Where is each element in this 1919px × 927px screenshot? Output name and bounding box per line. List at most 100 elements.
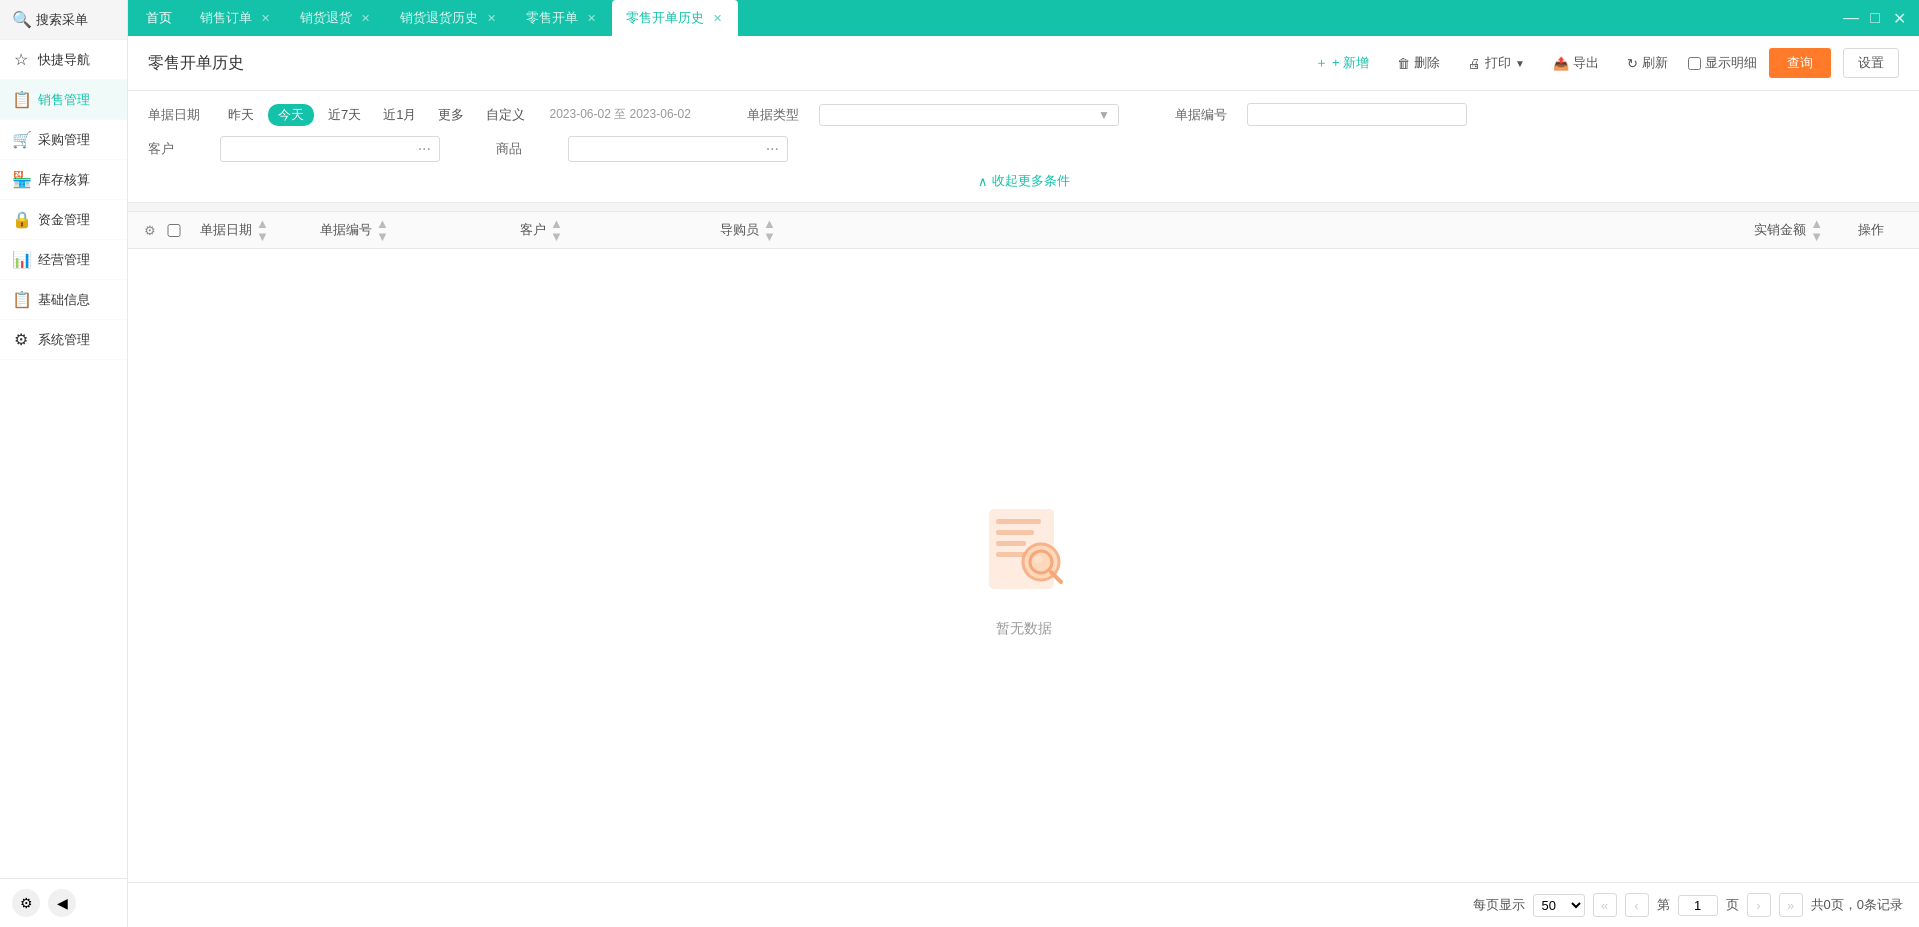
sidebar-item-label: 经营管理 <box>38 251 90 269</box>
tab-sales-order-close[interactable]: ✕ <box>258 11 272 25</box>
settings-footer-btn[interactable]: ⚙ <box>12 889 40 917</box>
tab-retail-open-history-label: 零售开单历史 <box>626 9 704 27</box>
doc-number-label: 单据编号 <box>1175 106 1231 124</box>
sidebar-item-base-info[interactable]: 📋 基础信息 <box>0 280 127 320</box>
svg-rect-1 <box>996 519 1041 524</box>
tab-retail-open-history[interactable]: 零售开单历史 ✕ <box>612 0 738 36</box>
filter-area: 单据日期 昨天 今天 近7天 近1月 更多 自定义 2023-06-02 至 2… <box>128 91 1919 203</box>
select-all-checkbox[interactable] <box>164 224 184 237</box>
sidebar: 🔍 搜索采单 ☆ 快捷导航 📋 销售管理 🛒 采购管理 🏪 库存核算 🔒 资金管… <box>0 0 128 927</box>
col-number[interactable]: 单据编号 ▲▼ <box>312 217 512 243</box>
quick-nav-icon: ☆ <box>12 50 30 69</box>
sales-mgmt-icon: 📋 <box>12 90 30 109</box>
col-date[interactable]: 单据日期 ▲▼ <box>192 217 312 243</box>
display-detail-check[interactable]: 显示明细 <box>1688 54 1757 72</box>
minimize-btn[interactable]: — <box>1843 10 1859 26</box>
collapse-sidebar-btn[interactable]: ◀ <box>48 889 76 917</box>
table-area: ⚙ 单据日期 ▲▼ 单据编号 ▲▼ 客户 <box>128 211 1919 927</box>
sidebar-item-sales-mgmt[interactable]: 📋 销售管理 <box>0 80 127 120</box>
col-amount[interactable]: 实销金额 ▲▼ <box>1711 217 1831 243</box>
print-button[interactable]: 🖨 打印 ▼ <box>1460 50 1533 76</box>
product-label: 商品 <box>496 140 552 158</box>
date-btn-today[interactable]: 今天 <box>268 104 314 126</box>
doc-number-input[interactable] <box>1247 103 1467 126</box>
tab-sales-return-history[interactable]: 销货退货历史 ✕ <box>386 0 512 36</box>
date-btn-more[interactable]: 更多 <box>430 104 472 126</box>
tab-retail-open-history-close[interactable]: ✕ <box>710 11 724 25</box>
tab-sales-return-close[interactable]: ✕ <box>358 11 372 25</box>
close-btn[interactable]: ✕ <box>1891 10 1907 26</box>
delete-button[interactable]: 🗑 删除 <box>1389 50 1448 76</box>
query-button[interactable]: 查询 <box>1769 48 1831 78</box>
date-btn-last-month[interactable]: 近1月 <box>375 104 424 126</box>
sidebar-item-label: 系统管理 <box>38 331 90 349</box>
prev-page-icon: ‹ <box>1634 898 1638 913</box>
table-settings-icon[interactable]: ⚙ <box>136 216 164 244</box>
product-input-wrap[interactable]: ··· <box>568 136 788 162</box>
tab-sales-return-history-close[interactable]: ✕ <box>484 11 498 25</box>
gear-icon: ⚙ <box>144 223 156 238</box>
add-label: + 新增 <box>1332 54 1369 72</box>
tab-retail-open-close[interactable]: ✕ <box>584 11 598 25</box>
sidebar-search-btn[interactable]: 🔍 搜索采单 <box>0 0 127 40</box>
sidebar-footer: ⚙ ◀ <box>0 878 127 927</box>
window-buttons: — □ ✕ <box>1843 10 1915 26</box>
col-guide[interactable]: 导购员 ▲▼ <box>712 217 862 243</box>
col-date-label: 单据日期 <box>200 221 252 239</box>
col-customer[interactable]: 客户 ▲▼ <box>512 217 712 243</box>
page-number-input[interactable] <box>1678 895 1718 916</box>
refresh-label: 刷新 <box>1642 54 1668 72</box>
page-header: 零售开单历史 ＋ + 新增 🗑 删除 🖨 打印 ▼ 📤 导出 <box>128 36 1919 91</box>
product-expand-icon[interactable]: ··· <box>766 140 779 158</box>
col-guide-sort-icon: ▲▼ <box>763 217 776 243</box>
add-button[interactable]: ＋ + 新增 <box>1307 50 1377 76</box>
settings-button[interactable]: 设置 <box>1843 48 1899 78</box>
tab-sales-return-label: 销货退货 <box>300 9 352 27</box>
date-filter-label: 单据日期 <box>148 106 204 124</box>
doc-type-label: 单据类型 <box>747 106 803 124</box>
tab-sales-order[interactable]: 销售订单 ✕ <box>186 0 286 36</box>
chevron-up-icon: ∧ <box>978 174 988 189</box>
pagination-summary: 共0页，0条记录 <box>1811 896 1903 914</box>
customer-input[interactable] <box>229 142 418 157</box>
customer-input-wrap[interactable]: ··· <box>220 136 440 162</box>
sidebar-item-label: 资金管理 <box>38 211 90 229</box>
prev-page-btn[interactable]: ‹ <box>1625 893 1649 917</box>
per-page-select[interactable]: 50 10 20 100 <box>1533 894 1585 917</box>
sidebar-item-sys-mgmt[interactable]: ⚙ 系统管理 <box>0 320 127 360</box>
tab-home[interactable]: 首页 <box>132 0 186 36</box>
empty-text: 暂无数据 <box>996 620 1052 638</box>
sidebar-item-finance[interactable]: 🔒 资金管理 <box>0 200 127 240</box>
tab-retail-open[interactable]: 零售开单 ✕ <box>512 0 612 36</box>
product-input[interactable] <box>577 142 766 157</box>
first-page-btn[interactable]: « <box>1593 893 1617 917</box>
base-info-icon: 📋 <box>12 290 30 309</box>
customer-expand-icon[interactable]: ··· <box>418 140 431 158</box>
sidebar-item-inventory[interactable]: 🏪 库存核算 <box>0 160 127 200</box>
col-amount-sort-icon: ▲▼ <box>1810 217 1823 243</box>
refresh-icon: ↻ <box>1627 56 1638 71</box>
add-icon: ＋ <box>1315 54 1328 72</box>
refresh-button[interactable]: ↻ 刷新 <box>1619 50 1676 76</box>
sidebar-item-purchase-mgmt[interactable]: 🛒 采购管理 <box>0 120 127 160</box>
trash-icon: 🗑 <box>1397 56 1410 71</box>
sidebar-item-operation[interactable]: 📊 经营管理 <box>0 240 127 280</box>
export-button[interactable]: 📤 导出 <box>1545 50 1607 76</box>
filter-row-1: 单据日期 昨天 今天 近7天 近1月 更多 自定义 2023-06-02 至 2… <box>148 103 1899 126</box>
collapse-filter-btn[interactable]: ∧ 收起更多条件 <box>978 172 1070 190</box>
sidebar-item-quick-nav[interactable]: ☆ 快捷导航 <box>0 40 127 80</box>
col-action-label: 操作 <box>1858 221 1884 239</box>
svg-rect-3 <box>996 541 1026 546</box>
last-page-btn[interactable]: » <box>1779 893 1803 917</box>
customer-label: 客户 <box>148 140 204 158</box>
date-btn-custom[interactable]: 自定义 <box>478 104 533 126</box>
display-detail-checkbox[interactable] <box>1688 57 1701 70</box>
inventory-icon: 🏪 <box>12 170 30 189</box>
date-btn-yesterday[interactable]: 昨天 <box>220 104 262 126</box>
tab-sales-return[interactable]: 销货退货 ✕ <box>286 0 386 36</box>
delete-label: 删除 <box>1414 54 1440 72</box>
date-btn-last7[interactable]: 近7天 <box>320 104 369 126</box>
doc-type-select[interactable]: ▼ <box>819 104 1119 126</box>
next-page-btn[interactable]: › <box>1747 893 1771 917</box>
maximize-btn[interactable]: □ <box>1867 10 1883 26</box>
